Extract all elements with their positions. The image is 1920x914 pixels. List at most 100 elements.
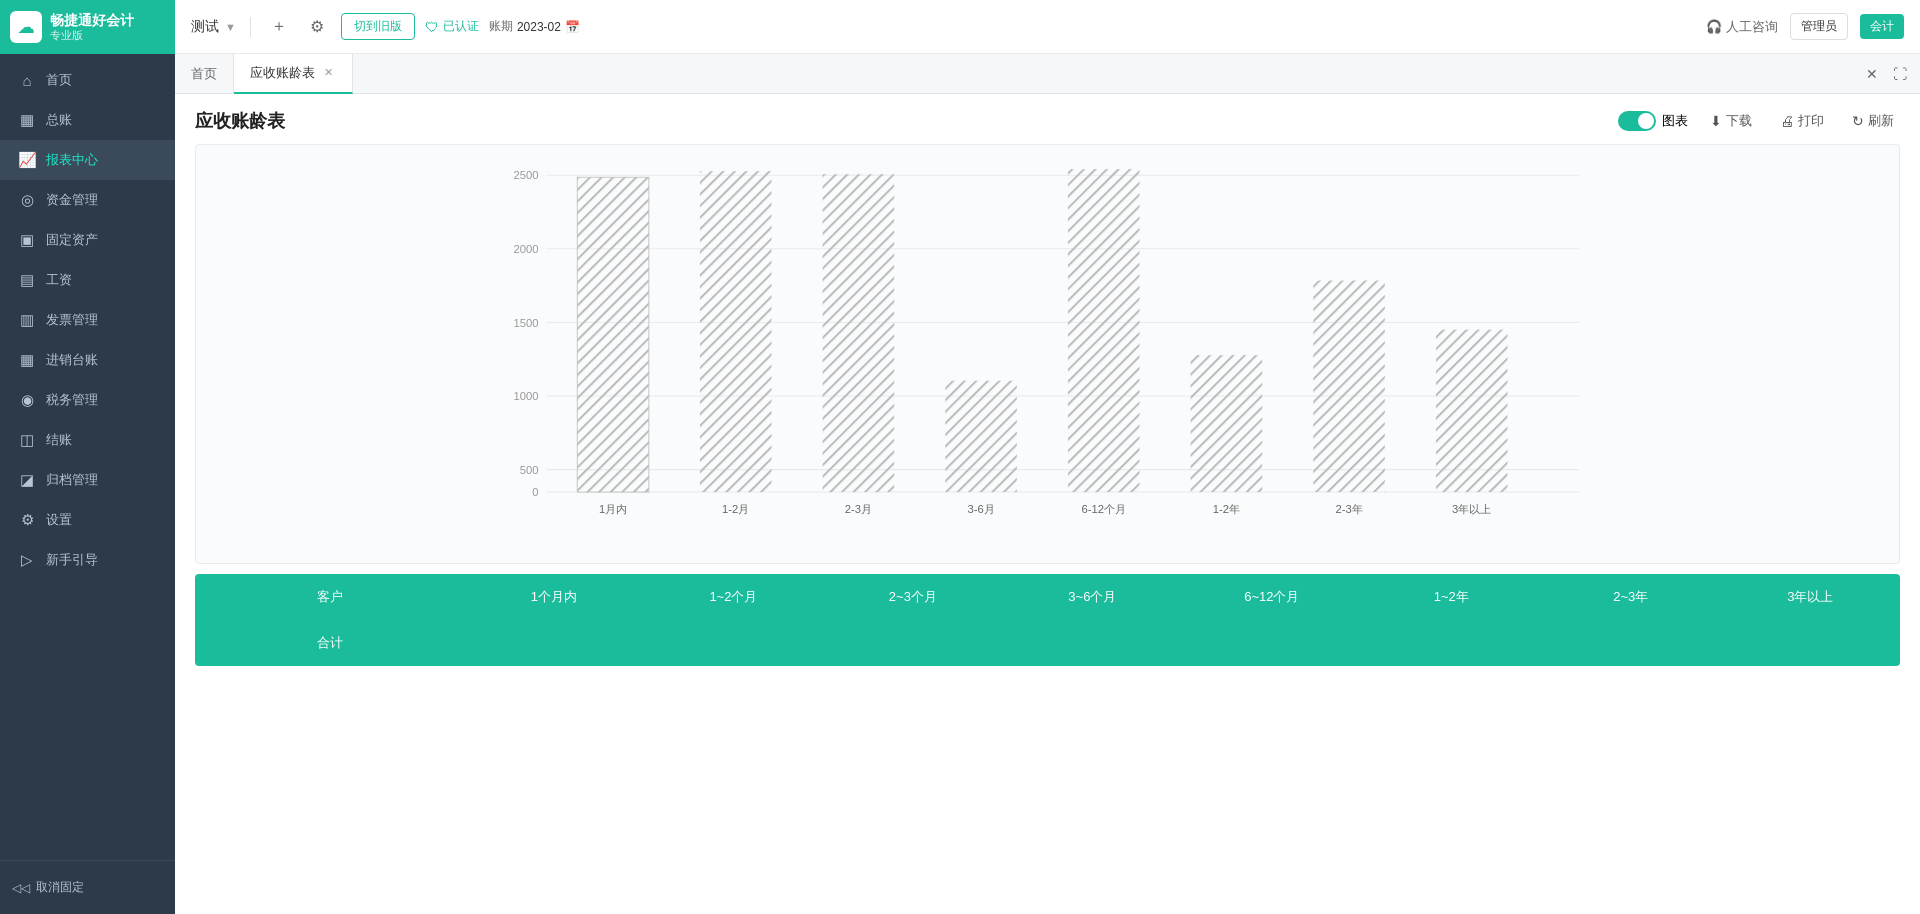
maximize-window-btn[interactable]: ⛶ <box>1888 62 1912 86</box>
sidebar-label-tax-mgmt: 税务管理 <box>46 391 98 409</box>
cancel-fix-label: 取消固定 <box>36 879 84 896</box>
sidebar-item-fixed-assets[interactable]: ▣ 固定资产 <box>0 220 175 260</box>
toggle-track[interactable] <box>1618 111 1656 131</box>
refresh-icon: ↻ <box>1852 113 1864 129</box>
table-header: 客户 1个月内 1~2个月 2~3个月 3~6个月 6~12个月 1~2年 2~… <box>195 574 1900 666</box>
sidebar-item-guide[interactable]: ▷ 新手引导 <box>0 540 175 580</box>
svg-rect-16 <box>945 381 1017 492</box>
settings-icon: ⚙ <box>18 511 36 529</box>
sidebar-label-fixed-assets: 固定资产 <box>46 231 98 249</box>
svg-text:2-3年: 2-3年 <box>1335 503 1362 515</box>
sidebar-item-archive-mgmt[interactable]: ◪ 归档管理 <box>0 460 175 500</box>
sidebar-label-purchase-sales: 进销台账 <box>46 351 98 369</box>
toggle-thumb <box>1638 113 1654 129</box>
closing-icon: ◫ <box>18 431 36 449</box>
sidebar-item-closing[interactable]: ◫ 结账 <box>0 420 175 460</box>
col-2-3year: 2~3年 <box>1541 574 1720 620</box>
svg-text:3-6月: 3-6月 <box>967 503 994 515</box>
col-1-2year: 1~2年 <box>1362 574 1541 620</box>
tab-ar-aging[interactable]: 应收账龄表 ✕ <box>234 54 353 94</box>
sidebar-item-home[interactable]: ⌂ 首页 <box>0 60 175 100</box>
col-2-3month: 2~3个月 <box>823 574 1002 620</box>
sidebar-label-closing: 结账 <box>46 431 72 449</box>
settings-btn[interactable]: ⚙ <box>303 13 331 41</box>
sidebar-item-fund-mgmt[interactable]: ◎ 资金管理 <box>0 180 175 220</box>
logo-icon: ☁ <box>10 11 42 43</box>
admin-btn[interactable]: 管理员 <box>1790 13 1848 40</box>
sidebar-item-purchase-sales[interactable]: ▦ 进销台账 <box>0 340 175 380</box>
tab-ar-aging-label: 应收账龄表 <box>250 64 315 82</box>
col-3plus: 3年以上 <box>1721 574 1900 620</box>
svg-text:2000: 2000 <box>513 243 538 255</box>
col-3-6month: 3~6个月 <box>1003 574 1182 620</box>
divider-1 <box>250 17 251 37</box>
svg-rect-13 <box>577 177 649 492</box>
window-controls: ✕ ⛶ <box>1852 54 1920 94</box>
svg-rect-17 <box>1068 169 1140 492</box>
sidebar-item-settings[interactable]: ⚙ 设置 <box>0 500 175 540</box>
chart-container: 0 500 1000 1500 2000 2500 <box>195 144 1900 564</box>
period-label: 账期 <box>489 18 513 35</box>
assets-icon: ▣ <box>18 231 36 249</box>
tab-home[interactable]: 首页 <box>175 54 234 94</box>
sidebar: ☁ 畅捷通好会计 专业版 ⌂ 首页 ▦ 总账 📈 报表中心 ◎ 资金管理 ▣ 固… <box>0 0 175 914</box>
svg-rect-19 <box>1313 281 1385 493</box>
col-1-2month: 1~2个月 <box>644 574 823 620</box>
app-name: 畅捷通好会计 <box>50 12 134 29</box>
chart-toggle[interactable]: 图表 <box>1618 111 1688 131</box>
svg-text:1-2年: 1-2年 <box>1213 503 1240 515</box>
switch-version-btn[interactable]: 切到旧版 <box>341 13 415 40</box>
download-label: 下载 <box>1726 112 1752 130</box>
company-selector[interactable]: 测试 ▼ <box>191 18 236 36</box>
tab-close-btn[interactable]: ✕ <box>321 65 336 80</box>
payroll-icon: ▤ <box>18 271 36 289</box>
bar-chart: 0 500 1000 1500 2000 2500 <box>226 165 1869 533</box>
refresh-label: 刷新 <box>1868 112 1894 130</box>
print-label: 打印 <box>1798 112 1824 130</box>
table-container: 客户 1个月内 1~2个月 2~3个月 3~6个月 6~12个月 1~2年 2~… <box>195 574 1900 666</box>
app-edition: 专业版 <box>50 29 134 42</box>
sidebar-item-tax-mgmt[interactable]: ◉ 税务管理 <box>0 380 175 420</box>
download-icon: ⬇ <box>1710 113 1722 129</box>
download-btn[interactable]: ⬇ 下载 <box>1704 108 1758 134</box>
print-icon: 🖨 <box>1780 113 1794 129</box>
page-wrapper: 应收账龄表 图表 ⬇ 下载 🖨 打印 <box>175 94 1920 914</box>
sidebar-item-general-ledger[interactable]: ▦ 总账 <box>0 100 175 140</box>
service-btn[interactable]: 🎧 人工咨询 <box>1706 18 1778 36</box>
main-content: 测试 ▼ ＋ ⚙ 切到旧版 🛡 已认证 账期 2023-02 📅 🎧 人工咨询 … <box>175 0 1920 914</box>
tax-icon: ◉ <box>18 391 36 409</box>
fund-icon: ◎ <box>18 191 36 209</box>
add-company-btn[interactable]: ＋ <box>265 13 293 41</box>
toggle-label: 图表 <box>1662 112 1688 130</box>
verified-badge: 🛡 已认证 <box>425 18 479 35</box>
guide-icon: ▷ <box>18 551 36 569</box>
sidebar-nav: ⌂ 首页 ▦ 总账 📈 报表中心 ◎ 资金管理 ▣ 固定资产 ▤ 工资 ▥ 发票… <box>0 54 175 860</box>
page-actions: 图表 ⬇ 下载 🖨 打印 ↻ 刷新 <box>1618 108 1900 134</box>
home-icon: ⌂ <box>18 72 36 89</box>
sidebar-item-report-center[interactable]: 📈 报表中心 <box>0 140 175 180</box>
headset-icon: 🎧 <box>1706 19 1722 34</box>
cancel-fix-btn[interactable]: ◁◁ 取消固定 <box>0 871 175 904</box>
content-area: 应收账龄表 图表 ⬇ 下载 🖨 打印 <box>175 94 1920 914</box>
role-badge: 会计 <box>1860 14 1904 39</box>
period-selector[interactable]: 账期 2023-02 📅 <box>489 18 580 35</box>
svg-text:1-2月: 1-2月 <box>722 503 749 515</box>
tab-home-label: 首页 <box>191 65 217 83</box>
svg-rect-14 <box>700 171 772 492</box>
sidebar-item-invoice-mgmt[interactable]: ▥ 发票管理 <box>0 300 175 340</box>
print-btn[interactable]: 🖨 打印 <box>1774 108 1830 134</box>
sidebar-label-guide: 新手引导 <box>46 551 98 569</box>
col-1month: 1个月内 <box>464 574 643 620</box>
close-window-btn[interactable]: ✕ <box>1860 62 1884 86</box>
invoice-icon: ▥ <box>18 311 36 329</box>
sidebar-label-general-ledger: 总账 <box>46 111 72 129</box>
sidebar-label-report-center: 报表中心 <box>46 151 98 169</box>
svg-rect-20 <box>1436 330 1508 493</box>
sidebar-label-payroll: 工资 <box>46 271 72 289</box>
ledger-icon: ▦ <box>18 111 36 129</box>
page-header: 应收账龄表 图表 ⬇ 下载 🖨 打印 <box>175 94 1920 144</box>
period-value: 2023-02 <box>517 20 561 34</box>
refresh-btn[interactable]: ↻ 刷新 <box>1846 108 1900 134</box>
svg-rect-18 <box>1191 355 1263 492</box>
sidebar-item-payroll[interactable]: ▤ 工资 <box>0 260 175 300</box>
